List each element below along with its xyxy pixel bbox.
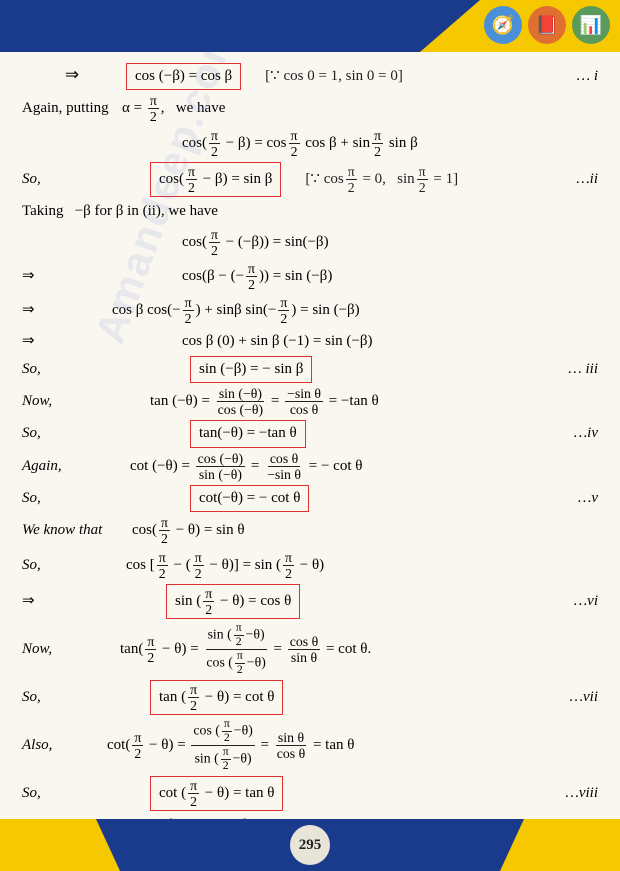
eq-tan-pi2-box: tan (π2 − θ) = cot θ: [150, 680, 283, 715]
line-weknow: We know that cos(π2 − θ) = sin θ: [22, 515, 598, 546]
eq-cot-neg: cot (−θ) = cos (−θ)sin (−θ) = cos θ−sin …: [130, 451, 362, 482]
line-so-cos-sinbeta: So, cos(π2 − β) = sin β [∵ cosπ2 = 0, si…: [22, 162, 598, 197]
roman-vii: …vii: [560, 686, 598, 709]
label-again-putting: Again, putting: [22, 97, 122, 120]
eq-cos-zero: cos β (0) + sin β (−1) = sin (−β): [182, 330, 372, 353]
eq-tan-neg: tan (−θ) = sin (−θ)cos (−θ) = −sin θcos …: [150, 386, 379, 417]
bottom-yellow-left: [0, 819, 120, 871]
bottom-yellow-right: [500, 819, 620, 871]
eq-cos-taking-1: cos(π2 − (−β)) = sin(−β): [182, 227, 329, 258]
line-cos-beta-pi2: ⇒ cos(β − (−π2)) = sin (−β): [22, 261, 598, 292]
eq-cos-bracket: cos [π2 − (π2 − θ)] = sin (π2 − θ): [126, 550, 324, 581]
line-so-cos-bracket: So, cos [π2 − (π2 − θ)] = sin (π2 − θ): [22, 550, 598, 581]
roman-iv: …iv: [564, 422, 598, 445]
eq-sin-neg-beta: sin (−β) = − sin β: [190, 356, 312, 383]
icon-book: 📕: [528, 6, 566, 44]
roman-iii: … iii: [558, 358, 598, 381]
line-so-sin: So, sin (−β) = − sin β … iii: [22, 356, 598, 383]
line-again-putting: Again, putting α = π2, we have: [22, 93, 598, 124]
line-so-cot-pi2: So, cot (π2 − θ) = tan θ …viii: [22, 776, 598, 811]
page-number: 295: [290, 825, 330, 865]
line-cos-expand: cos(π2 − β) = cosπ2 cos β + sinπ2 sin β: [22, 128, 598, 159]
line-now-tan-pi2: Now, tan(π2 − θ) = sin (π2−θ) cos (π2−θ)…: [22, 622, 598, 677]
bracket-1: [∵ cos 0 = 1, sin 0 = 0]: [265, 65, 403, 88]
bracket-4: [∵ cosπ2 = 0, sinπ2 = 1]: [305, 164, 458, 195]
line-1: ⇒ cos (−β) = cos β [∵ cos 0 = 1, sin 0 =…: [22, 62, 598, 90]
line-so-cot: So, cot(−θ) = − cot θ …v: [22, 485, 598, 512]
arrow-1: ⇒: [22, 62, 122, 88]
label-so-4: So,: [22, 168, 66, 191]
eq-cos-pi2-beta: cos(π2 − β) = sin β: [150, 162, 281, 197]
roman-viii: …viii: [556, 782, 599, 805]
eq-weknow: cos(π2 − θ) = sin θ: [132, 515, 245, 546]
eq-tan-pi2: tan(π2 − θ) = sin (π2−θ) cos (π2−θ) = co…: [120, 622, 371, 677]
line-cos-zero: ⇒ cos β (0) + sin β (−1) = sin (−β): [22, 330, 598, 353]
eq-cos-neg-beta: cos (−β) = cos β: [126, 63, 241, 90]
eq-sin-pi2-theta: sin (π2 − θ) = cos θ: [166, 584, 300, 619]
eq-tan-neg-box: tan(−θ) = −tan θ: [190, 420, 306, 447]
top-bar: 🧭 📕 📊: [0, 0, 620, 52]
cos-expand-eq: cos(π2 − β) = cosπ2 cos β + sinπ2 sin β: [182, 128, 418, 159]
roman-vi: …vi: [564, 590, 598, 613]
icon-compass: 🧭: [484, 6, 522, 44]
eq-cot-neg-box: cot(−θ) = − cot θ: [190, 485, 309, 512]
roman-4: …ii: [566, 168, 598, 191]
bottom-bar: 295: [0, 819, 620, 871]
label-taking: Taking −β for β in (ii), we have: [22, 200, 218, 223]
icon-grid: 📊: [572, 6, 610, 44]
line-sin-pi2-theta: ⇒ sin (π2 − θ) = cos θ …vi: [22, 584, 598, 619]
eq-cot-pi2-box: cot (π2 − θ) = tan θ: [150, 776, 283, 811]
roman-1: … i: [567, 65, 598, 88]
line-so-tan: So, tan(−θ) = −tan θ …iv: [22, 420, 598, 447]
alpha-pi2: α = π2, we have: [122, 93, 225, 124]
line-now-tan: Now, tan (−θ) = sin (−θ)cos (−θ) = −sin …: [22, 386, 598, 417]
line-again-cot: Again, cot (−θ) = cos (−θ)sin (−θ) = cos…: [22, 451, 598, 482]
line-so-tan-pi2: So, tan (π2 − θ) = cot θ …vii: [22, 680, 598, 715]
line-also-cot-pi2: Also, cot(π2 − θ) = cos (π2−θ) sin (π2−θ…: [22, 718, 598, 773]
line-expand-cos: ⇒ cos β cos(−π2) + sinβ sin(−π2) = sin (…: [22, 295, 598, 326]
top-bar-icons: 🧭 📕 📊: [484, 6, 610, 44]
eq-cos-beta-pi2: cos(β − (−π2)) = sin (−β): [182, 261, 332, 292]
main-content: ⇒ cos (−β) = cos β [∵ cos 0 = 1, sin 0 =…: [0, 52, 620, 819]
line-taking: Taking −β for β in (ii), we have: [22, 200, 598, 223]
roman-v: …v: [568, 487, 598, 510]
eq-cot-pi2: cot(π2 − θ) = cos (π2−θ) sin (π2−θ) = si…: [107, 718, 354, 773]
eq-expand-cos: cos β cos(−π2) + sinβ sin(−π2) = sin (−β…: [112, 295, 360, 326]
line-cos-neg-beta-1: cos(π2 − (−β)) = sin(−β): [22, 227, 598, 258]
